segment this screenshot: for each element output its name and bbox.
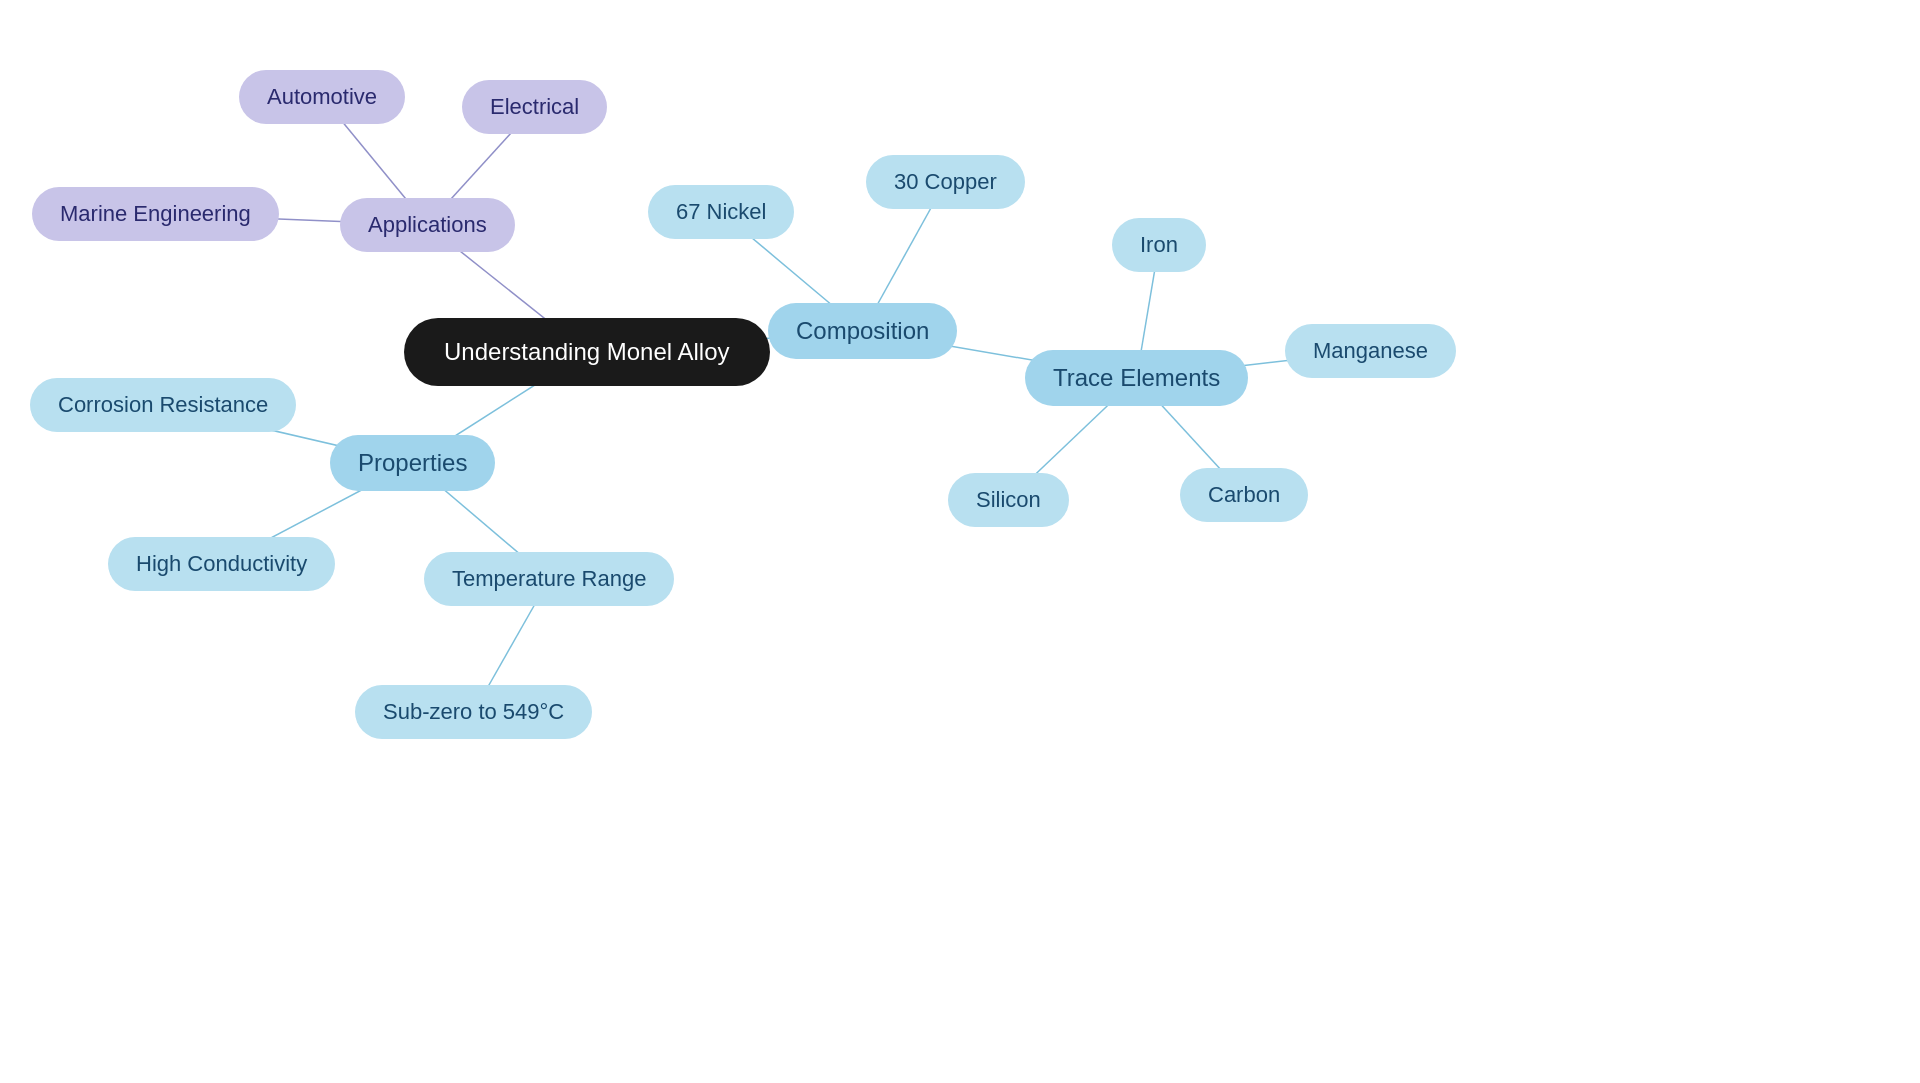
node-carbon: Carbon [1180, 468, 1308, 522]
node-high-conductivity: High Conductivity [108, 537, 335, 591]
node-copper-30: 30 Copper [866, 155, 1025, 209]
node-composition: Composition [768, 303, 957, 359]
node-corrosion-resistance: Corrosion Resistance [30, 378, 296, 432]
node-sub-zero: Sub-zero to 549°C [355, 685, 592, 739]
node-silicon: Silicon [948, 473, 1069, 527]
node-nickel-67: 67 Nickel [648, 185, 794, 239]
node-marine-engineering: Marine Engineering [32, 187, 279, 241]
node-automotive: Automotive [239, 70, 405, 124]
center-node: Understanding Monel Alloy [404, 318, 770, 386]
node-electrical: Electrical [462, 80, 607, 134]
node-applications: Applications [340, 198, 515, 252]
node-properties: Properties [330, 435, 495, 491]
node-iron: Iron [1112, 218, 1206, 272]
node-manganese: Manganese [1285, 324, 1456, 378]
node-trace-elements: Trace Elements [1025, 350, 1248, 406]
node-temperature-range: Temperature Range [424, 552, 674, 606]
